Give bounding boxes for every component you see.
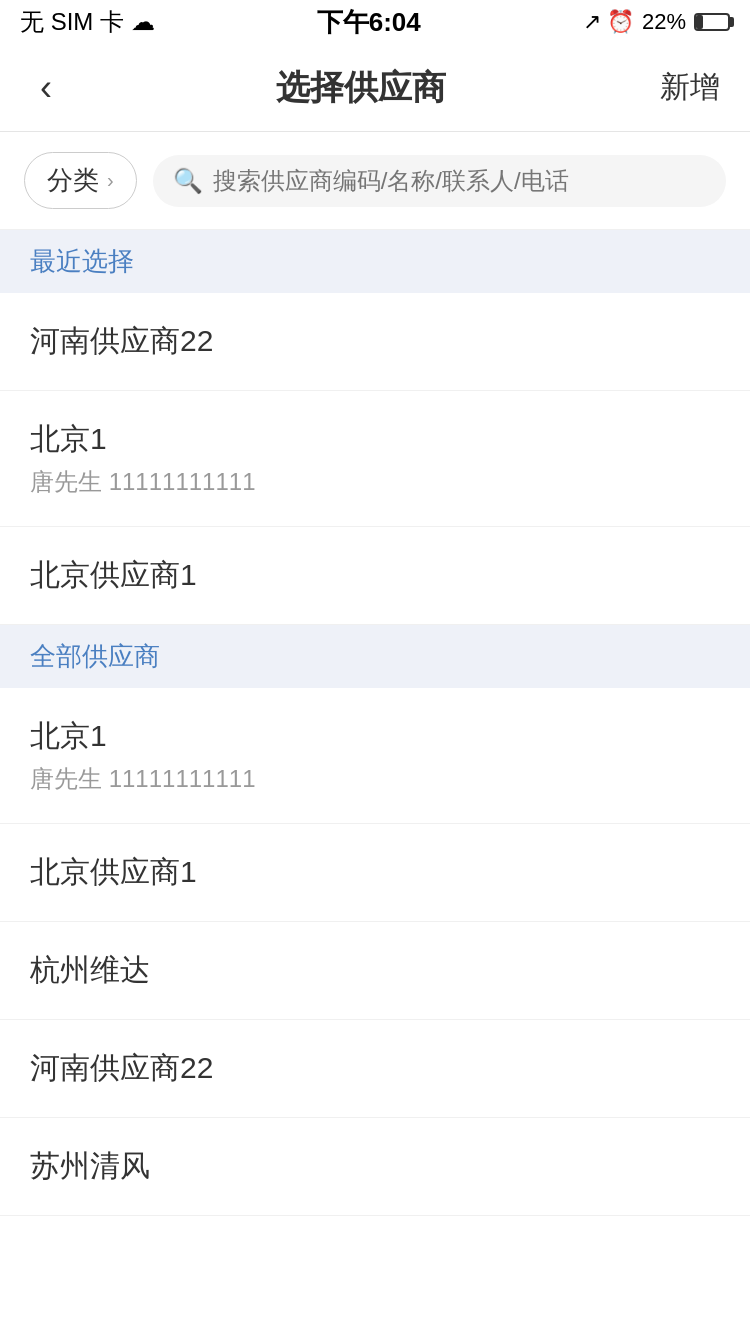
list-item[interactable]: 北京供应商1 [0,527,750,625]
item-name: 北京1 [30,716,720,757]
search-box[interactable]: 🔍 [153,155,726,207]
filter-bar: 分类 › 🔍 [0,132,750,230]
list-item[interactable]: 河南供应商22 [0,1020,750,1118]
battery-percent: 22% [642,9,686,35]
back-button[interactable]: ‹ [30,57,62,119]
page-title: 选择供应商 [276,65,446,111]
item-name: 杭州维达 [30,950,720,991]
item-name: 北京1 [30,419,720,460]
item-name: 河南供应商22 [30,321,720,362]
item-sub: 唐先生 11111111111 [30,466,720,498]
recent-section-header: 最近选择 [0,230,750,293]
all-list: 北京1 唐先生 11111111111 北京供应商1 杭州维达 河南供应商22 … [0,688,750,1216]
status-left: 无 SIM 卡 ☁ [20,6,155,38]
category-filter[interactable]: 分类 › [24,152,137,209]
all-section-header: 全部供应商 [0,625,750,688]
item-sub: 唐先生 11111111111 [30,763,720,795]
list-item[interactable]: 北京1 唐先生 11111111111 [0,391,750,527]
status-right: ↗ ⏰ 22% [583,9,730,35]
search-icon: 🔍 [173,167,203,195]
status-bar: 无 SIM 卡 ☁ 下午6:04 ↗ ⏰ 22% [0,0,750,44]
list-item[interactable]: 北京供应商1 [0,824,750,922]
item-name: 苏州清风 [30,1146,720,1187]
battery-bar [694,13,730,31]
nav-bar: ‹ 选择供应商 新增 [0,44,750,132]
item-name: 北京供应商1 [30,555,720,596]
battery-icon: ↗ ⏰ [583,9,634,35]
add-button[interactable]: 新增 [660,67,720,108]
list-item[interactable]: 苏州清风 [0,1118,750,1216]
chevron-right-icon: › [107,169,114,192]
all-section-title: 全部供应商 [30,641,160,671]
recent-list: 河南供应商22 北京1 唐先生 11111111111 北京供应商1 [0,293,750,625]
item-name: 河南供应商22 [30,1048,720,1089]
list-item[interactable]: 北京1 唐先生 11111111111 [0,688,750,824]
search-input[interactable] [213,167,706,195]
category-label: 分类 [47,163,99,198]
list-item[interactable]: 河南供应商22 [0,293,750,391]
list-item[interactable]: 杭州维达 [0,922,750,1020]
item-name: 北京供应商1 [30,852,720,893]
recent-section-title: 最近选择 [30,246,134,276]
status-time: 下午6:04 [317,5,421,40]
sim-status: 无 SIM 卡 ☁ [20,6,155,38]
